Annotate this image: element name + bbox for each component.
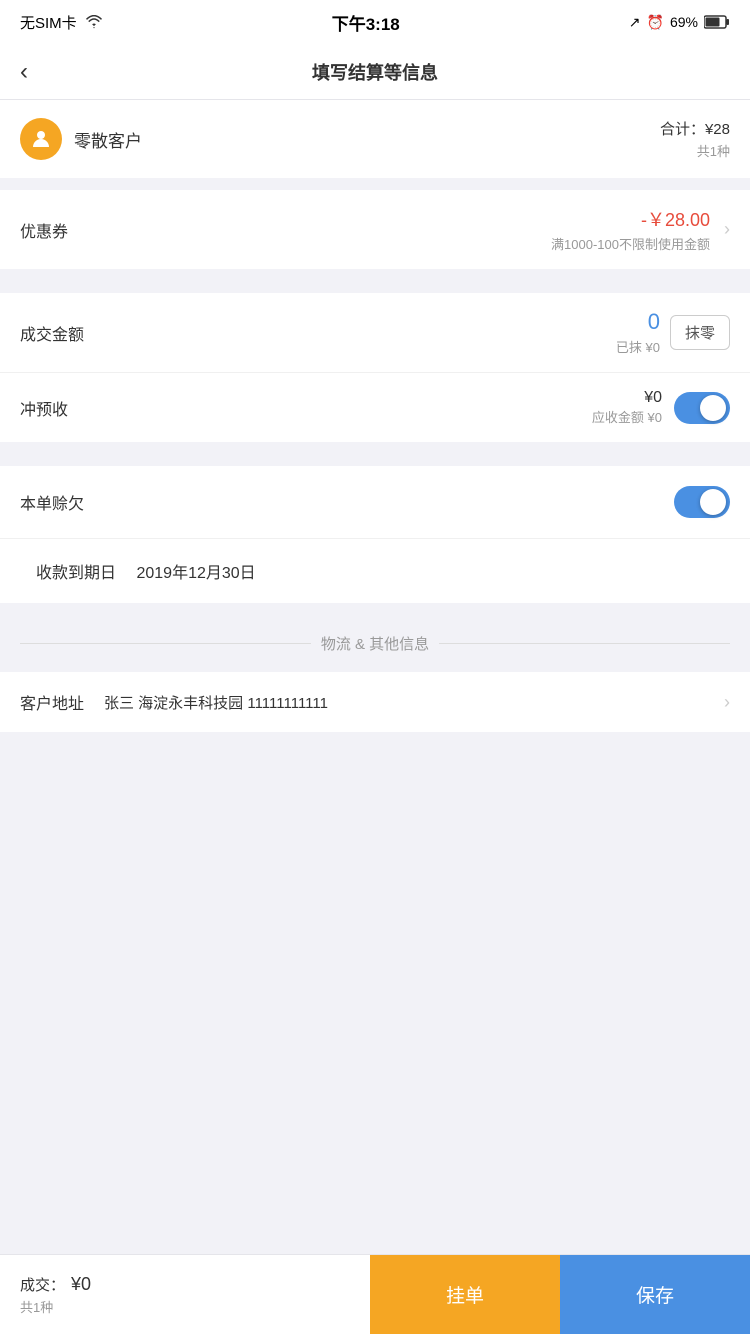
toggle-knob: [700, 395, 726, 421]
due-date-value: 2019年12月30日: [136, 565, 255, 582]
wifi-icon: [85, 15, 103, 29]
location-icon: ↗: [629, 14, 641, 31]
coupon-value: -￥28.00: [551, 206, 710, 232]
empty-space: [0, 744, 750, 944]
person-icon: [29, 127, 53, 151]
deal-amount-label: 成交金额: [20, 321, 84, 345]
battery-icon: [704, 15, 730, 29]
due-date-row: 收款到期日 2019年12月30日: [0, 538, 750, 603]
prepayment-values: ¥0 应收金额 ¥0: [592, 389, 662, 426]
credit-toggle-knob: [700, 489, 726, 515]
prepayment-label: 冲预收: [20, 396, 68, 420]
deal-amount-row: 成交金额 0 已抹 ¥0 抹零: [0, 293, 750, 372]
coupon-sub: 满1000-100不限制使用金额: [551, 234, 710, 253]
coupon-chevron-icon: ›: [724, 219, 730, 240]
customer-row: 零散客户 合计：¥28 共1种: [0, 100, 750, 178]
content: 零散客户 合计：¥28 共1种 优惠券 -￥28.00 满1000-100不限制…: [0, 100, 750, 1044]
customer-total: 合计：¥28: [660, 118, 730, 139]
address-label: 客户地址: [20, 690, 84, 714]
credit-label: 本单赊欠: [20, 490, 84, 514]
bottom-deal: 成交： ¥0: [20, 1274, 350, 1295]
coupon-value-col: -￥28.00 满1000-100不限制使用金额: [551, 206, 710, 253]
customer-left: 零散客户: [20, 118, 142, 160]
bottom-count: 共1种: [20, 1297, 350, 1316]
coupon-section: 优惠券 -￥28.00 满1000-100不限制使用金额 ›: [0, 190, 750, 269]
prepayment-toggle[interactable]: [674, 392, 730, 424]
alarm-icon: ⏰: [647, 14, 664, 31]
bottom-bar: 成交： ¥0 共1种 挂单 保存: [0, 1254, 750, 1334]
status-time: 下午3:18: [332, 10, 400, 35]
due-date-label: 收款到期日: [36, 565, 116, 582]
coupon-row[interactable]: 优惠券 -￥28.00 满1000-100不限制使用金额 ›: [0, 190, 750, 269]
credit-toggle[interactable]: [674, 486, 730, 518]
nav-bar: ‹ 填写结算等信息: [0, 44, 750, 100]
page-title: 填写结算等信息: [312, 59, 438, 85]
customer-avatar: [20, 118, 62, 160]
bottom-deal-label: 成交：: [20, 1274, 65, 1295]
customer-right: 合计：¥28 共1种: [660, 118, 730, 160]
coupon-right: -￥28.00 满1000-100不限制使用金额 ›: [551, 206, 730, 253]
credit-row: 本单赊欠: [0, 466, 750, 538]
deal-amount-sub: 已抹 ¥0: [616, 337, 660, 356]
deal-amount-col: 0 已抹 ¥0: [616, 309, 660, 356]
address-row[interactable]: 客户地址 张三 海淀永丰科技园 11111111111 ›: [0, 672, 750, 732]
address-value: 张三 海淀永丰科技园 11111111111: [104, 692, 720, 713]
prepayment-sub: 应收金额 ¥0: [592, 407, 662, 426]
status-left: 无SIM卡: [20, 12, 103, 33]
bottom-deal-amount: ¥0: [71, 1274, 91, 1295]
deal-amount-value: 0: [616, 309, 660, 335]
deal-amount-right: 0 已抹 ¥0 抹零: [616, 309, 730, 356]
coupon-label: 优惠券: [20, 218, 68, 242]
round-button[interactable]: 抹零: [670, 315, 730, 350]
prepayment-row: 冲预收 ¥0 应收金额 ¥0: [0, 372, 750, 442]
prepayment-right: ¥0 应收金额 ¥0: [592, 389, 730, 426]
no-sim-text: 无SIM卡: [20, 12, 77, 33]
status-bar: 无SIM卡 下午3:18 ↗ ⏰ 69%: [0, 0, 750, 44]
logistics-title: 物流 & 其他信息: [321, 633, 429, 654]
section-divider-1: [0, 281, 750, 293]
customer-count: 共1种: [660, 141, 730, 160]
bottom-summary: 成交： ¥0 共1种: [0, 1274, 370, 1316]
back-button[interactable]: ‹: [20, 58, 28, 86]
prepayment-main: ¥0: [592, 389, 662, 407]
customer-name: 零散客户: [74, 127, 142, 152]
battery-text: 69%: [670, 14, 698, 30]
status-right: ↗ ⏰ 69%: [629, 14, 730, 31]
hold-button[interactable]: 挂单: [370, 1255, 560, 1334]
save-button[interactable]: 保存: [560, 1255, 750, 1334]
section-divider-2: [0, 454, 750, 466]
deal-section: 成交金额 0 已抹 ¥0 抹零 冲预收 ¥0 应收金额 ¥0: [0, 293, 750, 442]
logistics-section: 物流 & 其他信息: [0, 615, 750, 672]
logistics-header: 物流 & 其他信息: [20, 633, 730, 654]
customer-section: 零散客户 合计：¥28 共1种: [0, 100, 750, 178]
address-chevron-icon: ›: [724, 692, 730, 713]
